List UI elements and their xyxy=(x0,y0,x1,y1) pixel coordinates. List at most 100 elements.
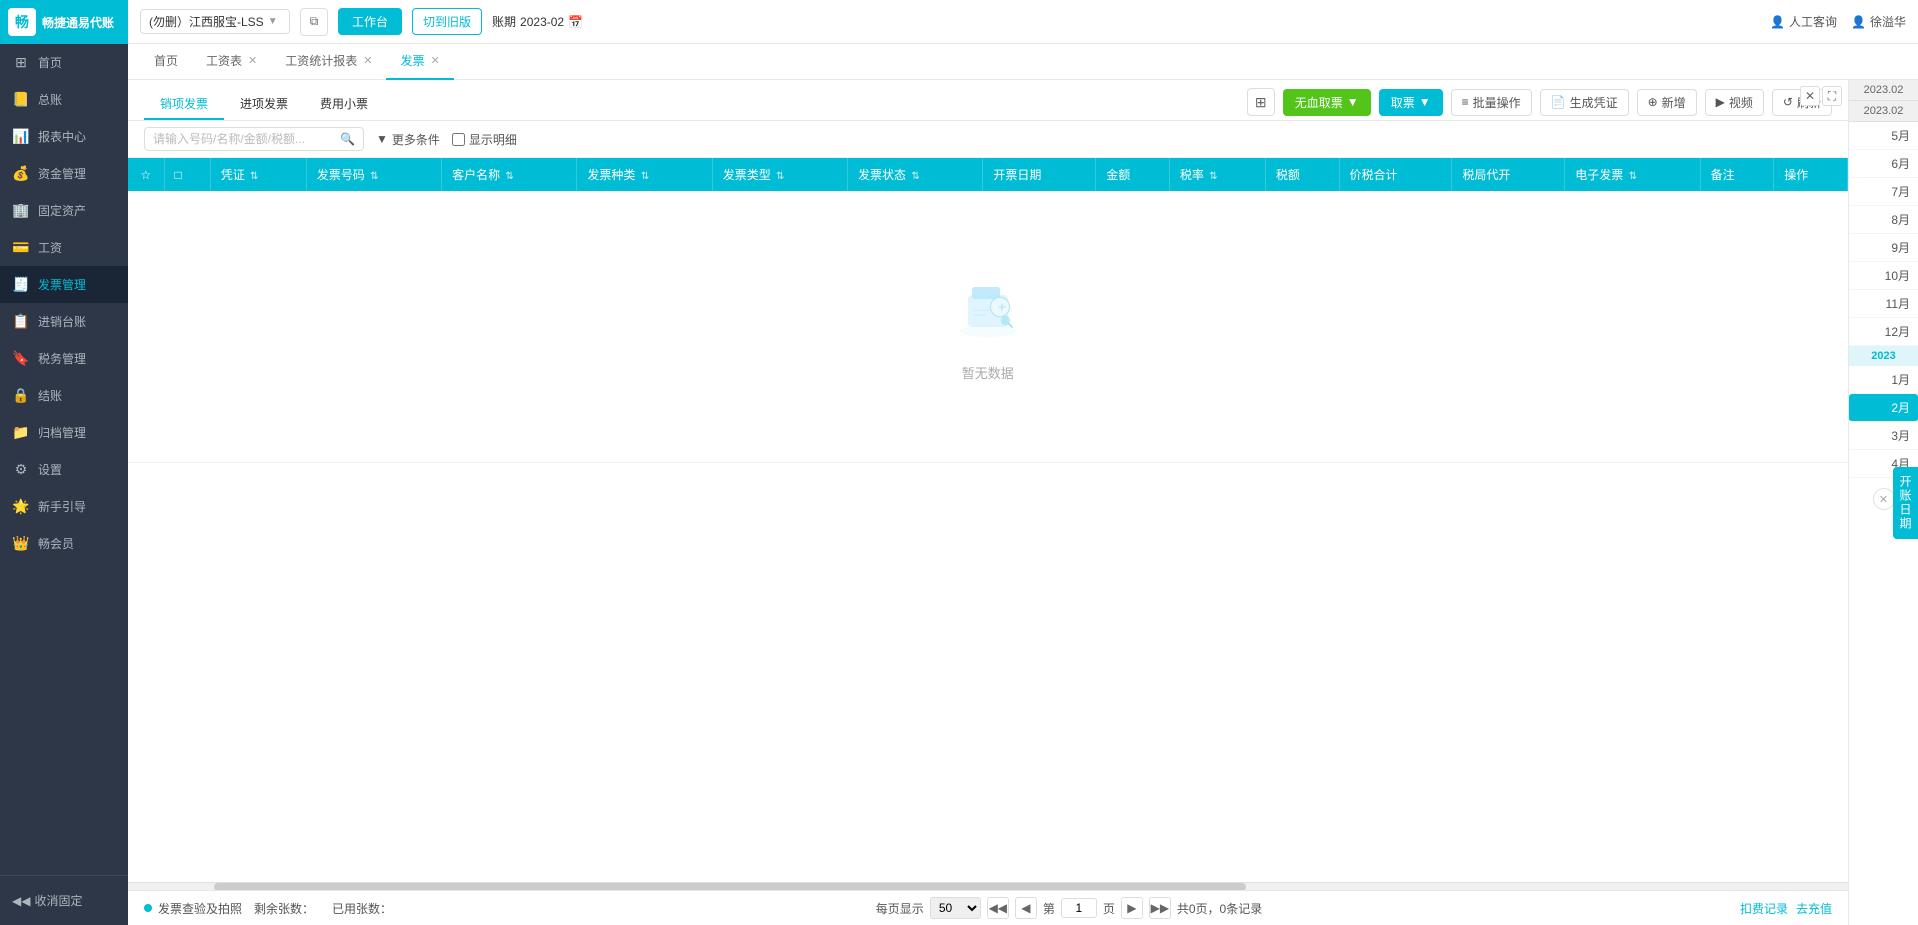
col-tax-amount[interactable]: 税额 xyxy=(1265,158,1339,191)
sidebar-item-member[interactable]: 👑 畅会员 xyxy=(0,525,128,562)
prev-page-button[interactable]: ◀ xyxy=(1015,897,1037,919)
copy-button[interactable]: ⧉ xyxy=(300,8,328,36)
col-electronic[interactable]: 电子发票 ⇅ xyxy=(1565,158,1700,191)
sidebar-item-home[interactable]: ⊞ 首页 xyxy=(0,44,128,81)
sidebar-item-general-ledger[interactable]: 📒 总账 xyxy=(0,81,128,118)
date-month-9[interactable]: 9月 xyxy=(1849,234,1918,262)
date-month-12[interactable]: 12月 xyxy=(1849,318,1918,346)
next-page-button[interactable]: ▶ xyxy=(1121,897,1143,919)
sidebar-item-capital[interactable]: 💰 资金管理 xyxy=(0,155,128,192)
date-month-11[interactable]: 11月 xyxy=(1849,290,1918,318)
col-amount[interactable]: 金额 xyxy=(1096,158,1170,191)
col-tax-bureau[interactable]: 税局代开 xyxy=(1452,158,1565,191)
last-page-button[interactable]: ▶▶ xyxy=(1149,897,1171,919)
add-record-link[interactable]: 扣费记录 xyxy=(1740,900,1788,917)
date-month-7[interactable]: 7月 xyxy=(1849,178,1918,206)
col-invoice-category[interactable]: 发票类型 ⇅ xyxy=(712,158,847,191)
sidebar-item-invoice[interactable]: 🧾 发票管理 xyxy=(0,266,128,303)
grid-view-button[interactable]: ⊞ xyxy=(1247,88,1275,116)
sidebar-item-label: 新手引导 xyxy=(38,498,86,515)
col-invoice-status[interactable]: 发票状态 ⇅ xyxy=(848,158,983,191)
guide-icon: 🌟 xyxy=(12,498,30,515)
more-conditions-button[interactable]: ▼ 更多条件 xyxy=(376,131,440,148)
batch-op-label: 批量操作 xyxy=(1473,94,1521,111)
per-page-select[interactable]: 50 10 20 100 xyxy=(930,897,981,919)
open-period-button[interactable]: 开账日期 xyxy=(1893,467,1918,539)
batch-op-button[interactable]: ≡ 批量操作 xyxy=(1451,89,1532,116)
tab-invoice[interactable]: 发票 ✕ xyxy=(386,44,453,80)
sidebar-item-label: 设置 xyxy=(38,461,62,478)
user-name: 徐溢华 xyxy=(1870,13,1906,30)
horizontal-scrollbar[interactable] xyxy=(128,882,1848,890)
col-invoice-type[interactable]: 发票种类 ⇅ xyxy=(577,158,712,191)
detail-checkbox[interactable] xyxy=(452,133,465,146)
col-customer[interactable]: 客户名称 ⇅ xyxy=(442,158,577,191)
sidebar-item-tax[interactable]: 🔖 税务管理 xyxy=(0,340,128,377)
logo-icon: 畅 xyxy=(8,8,36,36)
sidebar-item-sales[interactable]: 📋 进销台账 xyxy=(0,303,128,340)
col-check[interactable]: □ xyxy=(164,158,210,191)
sidebar-item-label: 进销台账 xyxy=(38,313,86,330)
sidebar-item-fixed-assets[interactable]: 🏢 固定资产 xyxy=(0,192,128,229)
sub-tab-purchase[interactable]: 进项发票 xyxy=(224,89,304,120)
sub-tab-sales[interactable]: 销项发票 xyxy=(144,89,224,120)
col-issue-date[interactable]: 开票日期 xyxy=(983,158,1096,191)
workbench-button[interactable]: 工作台 xyxy=(338,8,402,35)
date-month-8[interactable]: 8月 xyxy=(1849,206,1918,234)
no-ticket-button[interactable]: 无血取票 ▼ xyxy=(1283,89,1371,116)
sidebar-item-guide[interactable]: 🌟 新手引导 xyxy=(0,488,128,525)
sidebar-item-payroll[interactable]: 💳 工资 xyxy=(0,229,128,266)
tab-home[interactable]: 首页 xyxy=(140,44,192,80)
tab-payroll-stats[interactable]: 工资统计报表 ✕ xyxy=(271,44,386,80)
col-tax-rate[interactable]: 税率 ⇅ xyxy=(1169,158,1265,191)
close-panel-button[interactable]: ✕ xyxy=(1800,86,1820,106)
user-info[interactable]: 👤 徐溢华 xyxy=(1851,13,1906,30)
date-close-icon[interactable]: ✕ xyxy=(1873,488,1895,510)
sidebar-item-settings[interactable]: ⚙ 设置 xyxy=(0,451,128,488)
sidebar-item-archive[interactable]: 📁 归档管理 xyxy=(0,414,128,451)
date-month-1[interactable]: 1月 xyxy=(1849,366,1918,394)
tab-payroll-stats-close[interactable]: ✕ xyxy=(363,54,372,67)
col-invoice-no[interactable]: 发票号码 ⇅ xyxy=(306,158,441,191)
sidebar-collapse-btn[interactable]: ◀◀ 收消固定 xyxy=(0,884,128,917)
show-detail-label: 显示明细 xyxy=(469,131,517,148)
date-year-2023[interactable]: 2023 xyxy=(1849,346,1918,366)
date-month-10[interactable]: 10月 xyxy=(1849,262,1918,290)
sidebar-item-label: 结账 xyxy=(38,387,62,404)
old-version-button[interactable]: 切到旧版 xyxy=(412,8,482,35)
search-input[interactable] xyxy=(153,132,334,146)
sidebar-item-label: 畅会员 xyxy=(38,535,74,552)
go-buy-link[interactable]: 去充值 xyxy=(1796,900,1832,917)
show-detail-checkbox[interactable]: 显示明细 xyxy=(452,131,517,148)
date-month-5[interactable]: 5月 xyxy=(1849,122,1918,150)
gen-voucher-button[interactable]: 📄 生成凭证 xyxy=(1540,89,1629,116)
date-panel-header-2: 2023.02 xyxy=(1849,101,1918,122)
tab-payroll-close[interactable]: ✕ xyxy=(248,54,257,67)
date-month-6[interactable]: 6月 xyxy=(1849,150,1918,178)
no-ticket-label: 无血取票 xyxy=(1295,94,1343,111)
video-button[interactable]: ▶ 视频 xyxy=(1705,89,1764,116)
col-total[interactable]: 价税合计 xyxy=(1339,158,1452,191)
new-button[interactable]: ⊕ 新增 xyxy=(1637,89,1697,116)
company-selector[interactable]: (勿删）江西服宝-LSS ▼ xyxy=(140,9,290,34)
tab-invoice-close[interactable]: ✕ xyxy=(431,54,440,67)
col-remark[interactable]: 备注 xyxy=(1700,158,1774,191)
date-month-2-active[interactable]: 2月 xyxy=(1849,394,1918,422)
first-page-button[interactable]: ◀◀ xyxy=(987,897,1009,919)
col-star[interactable]: ☆ xyxy=(128,158,164,191)
sidebar-item-reports[interactable]: 📊 报表中心 xyxy=(0,118,128,155)
sidebar-item-close[interactable]: 🔒 结账 xyxy=(0,377,128,414)
sub-tab-expense[interactable]: 费用小票 xyxy=(304,89,384,120)
footer-invoice-check: 发票查验及拍照 xyxy=(144,900,242,917)
logo-text: 畅捷通易代账 xyxy=(42,14,114,31)
topbar: (勿删）江西服宝-LSS ▼ ⧉ 工作台 切到旧版 账期 2023-02 📅 👤… xyxy=(128,0,1918,44)
col-voucher[interactable]: 凭证 ⇅ xyxy=(210,158,306,191)
tab-payroll[interactable]: 工资表 ✕ xyxy=(192,44,271,80)
ledger-icon: 📒 xyxy=(12,91,30,108)
maximize-panel-button[interactable]: ⛶ xyxy=(1822,86,1842,106)
col-action[interactable]: 操作 xyxy=(1774,158,1848,191)
date-month-3[interactable]: 3月 xyxy=(1849,422,1918,450)
get-ticket-button[interactable]: 取票 ▼ xyxy=(1379,89,1443,116)
page-input[interactable] xyxy=(1061,898,1097,918)
support-button[interactable]: 👤 人工客询 xyxy=(1770,13,1837,30)
